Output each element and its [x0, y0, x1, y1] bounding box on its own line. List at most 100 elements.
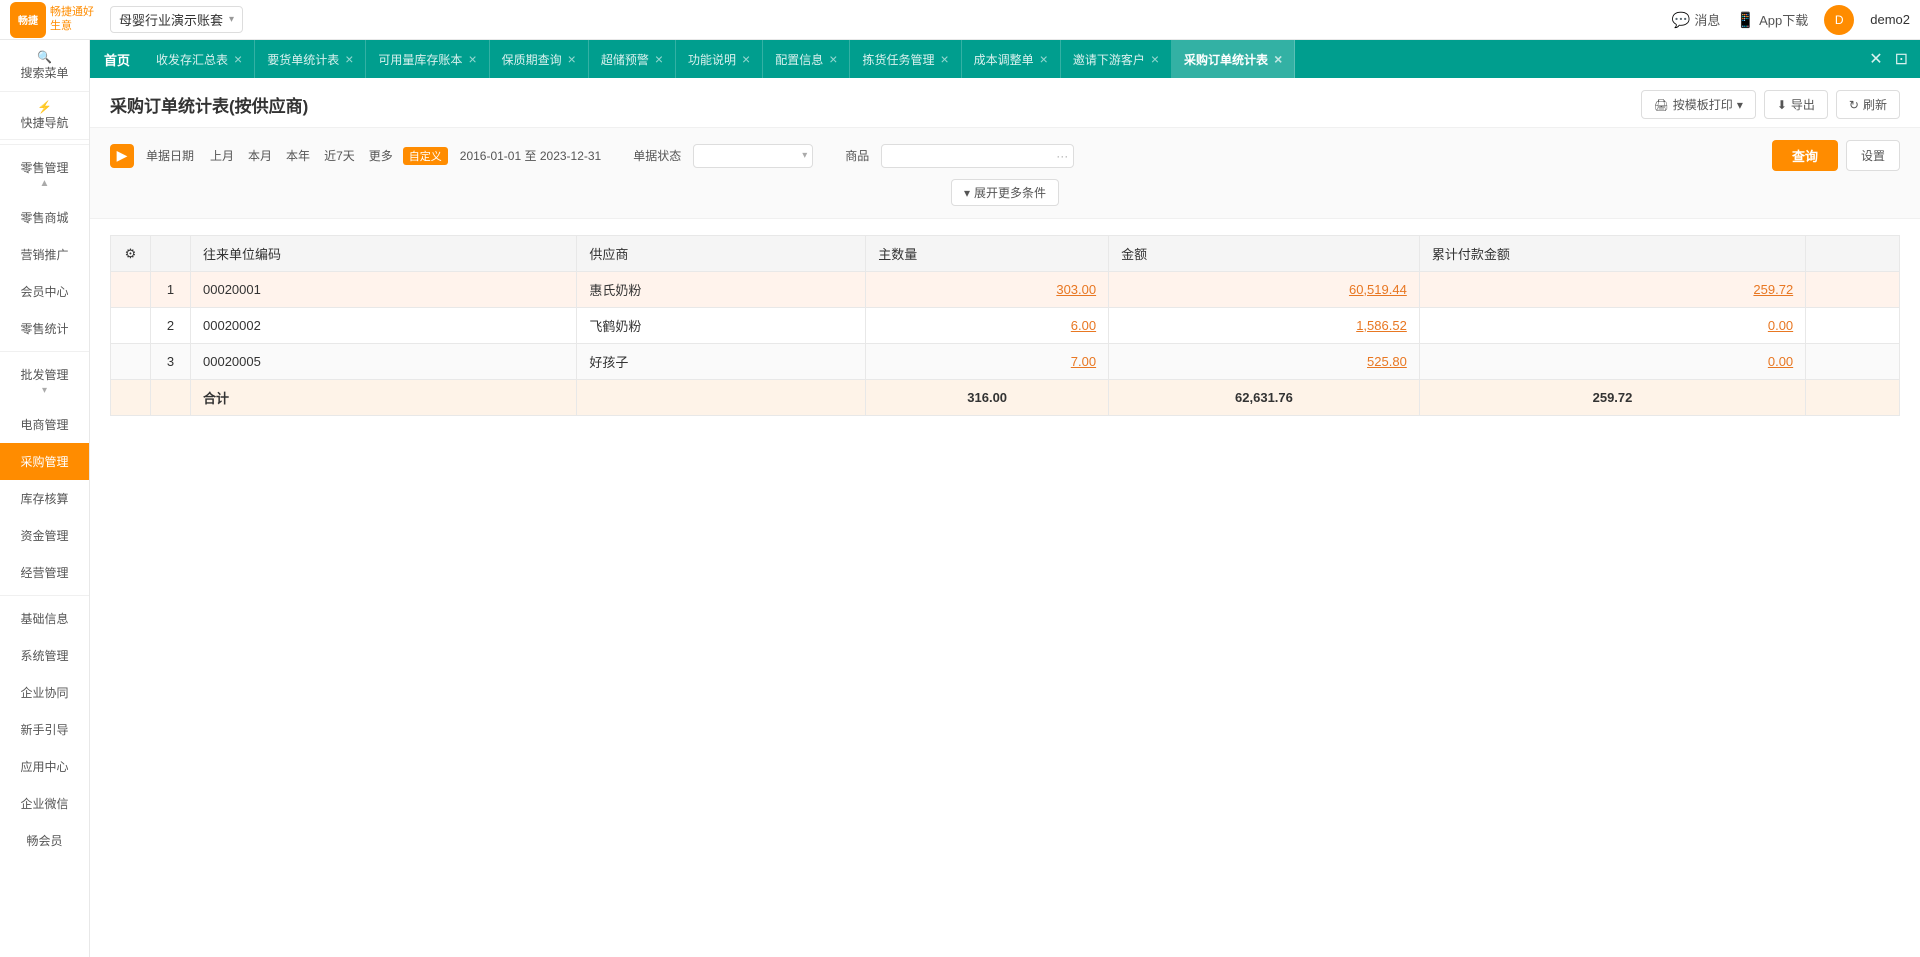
- tab-close-icon[interactable]: ×: [1151, 51, 1159, 67]
- sidebar-search[interactable]: 🔍 搜索菜单: [0, 40, 89, 92]
- refresh-label: 刷新: [1863, 96, 1887, 113]
- goods-label: 商品: [845, 147, 869, 164]
- row-3-qty[interactable]: 7.00: [866, 344, 1109, 380]
- table-row: 3 00020005 好孩子 7.00 525.80 0.00: [111, 344, 1900, 380]
- tab-baozhi[interactable]: 保质期查询 ×: [490, 40, 589, 78]
- tab-active-close-icon[interactable]: ×: [1274, 51, 1282, 67]
- message-btn[interactable]: 💬 消息: [1672, 10, 1721, 29]
- expand-more-btn[interactable]: ▾ 展开更多条件: [951, 179, 1059, 206]
- retail-manage-arrow-icon: ▲: [40, 178, 50, 189]
- tab-close-icon[interactable]: ×: [345, 51, 353, 67]
- sidebar-item-retail-store[interactable]: 零售商城: [0, 199, 89, 236]
- tab-close-icon[interactable]: ×: [742, 51, 750, 67]
- logo-area: 畅捷 畅捷通好 生意: [10, 2, 100, 38]
- goods-more-icon[interactable]: ···: [1056, 149, 1068, 163]
- custom-date-tag[interactable]: 自定义: [403, 147, 448, 165]
- refresh-btn[interactable]: ↻ 刷新: [1836, 90, 1900, 119]
- tab-chengben[interactable]: 成本调整单 ×: [962, 40, 1061, 78]
- sidebar-item-appstore[interactable]: 应用中心: [0, 748, 89, 785]
- sidebar-item-wholesale[interactable]: 批发管理 ▾: [0, 356, 89, 406]
- tab-gongneng[interactable]: 功能说明 ×: [676, 40, 763, 78]
- tab-chaochuyujing[interactable]: 超储预警 ×: [589, 40, 676, 78]
- tab-close-icon[interactable]: ×: [940, 51, 948, 67]
- sidebar-item-ops[interactable]: 经营管理: [0, 554, 89, 591]
- sidebar-item-inventory[interactable]: 库存核算: [0, 480, 89, 517]
- row-1-supplier: 惠氏奶粉: [577, 272, 866, 308]
- wholesale-label: 批发管理: [20, 366, 68, 383]
- tab-close-icon[interactable]: ×: [655, 51, 663, 67]
- more-date-btn[interactable]: 更多: [365, 145, 397, 166]
- row-1-seq: 1: [151, 272, 191, 308]
- export-label: 导出: [1791, 96, 1815, 113]
- row-3-paid[interactable]: 0.00: [1419, 344, 1805, 380]
- sidebar-item-enterprise[interactable]: 企业协同: [0, 674, 89, 711]
- sidebar-item-purchase[interactable]: 采购管理: [0, 443, 89, 480]
- member-label: 会员中心: [20, 283, 68, 300]
- sidebar-item-ecommerce[interactable]: 电商管理: [0, 406, 89, 443]
- sidebar-item-system[interactable]: 系统管理: [0, 637, 89, 674]
- tab-purchase-stat[interactable]: 采购订单统计表 ×: [1172, 40, 1295, 78]
- settings-btn[interactable]: 设置: [1846, 140, 1900, 171]
- row-1-qty[interactable]: 303.00: [866, 272, 1109, 308]
- tab-close-all-btn[interactable]: ✕: [1865, 45, 1886, 73]
- tab-yaoqing[interactable]: 邀请下游客户 ×: [1061, 40, 1172, 78]
- sidebar-shortcut[interactable]: ⚡ 快捷导航: [0, 92, 89, 140]
- print-icon: 🖨: [1654, 98, 1669, 112]
- print-arrow-icon: ▾: [1737, 98, 1743, 112]
- filter-row-1: ▶ 单据日期 上月 本月 本年 近7天 更多 自定义 2016-01-01 至 …: [110, 140, 1900, 171]
- tab-close-icon[interactable]: ×: [568, 51, 576, 67]
- tab-peizhi[interactable]: 配置信息 ×: [763, 40, 850, 78]
- sidebar-item-member[interactable]: 会员中心: [0, 273, 89, 310]
- tab-close-icon[interactable]: ×: [829, 51, 837, 67]
- last-month-btn[interactable]: 上月: [206, 145, 238, 166]
- last7-btn[interactable]: 近7天: [320, 145, 359, 166]
- row-1-paid[interactable]: 259.72: [1419, 272, 1805, 308]
- sidebar-item-finance[interactable]: 资金管理: [0, 517, 89, 554]
- row-1-unit-code: 00020001: [191, 272, 577, 308]
- sidebar-divider-3: [0, 595, 89, 596]
- tab-close-icon[interactable]: ×: [1040, 51, 1048, 67]
- row-2-amount[interactable]: 1,586.52: [1109, 308, 1420, 344]
- system-label: 系统管理: [20, 647, 68, 664]
- row-2-paid[interactable]: 0.00: [1419, 308, 1805, 344]
- row-1-amount[interactable]: 60,519.44: [1109, 272, 1420, 308]
- col-settings[interactable]: ⚙: [111, 236, 151, 272]
- sidebar-shortcut-label: 快捷导航: [0, 114, 89, 131]
- tab-shofasun[interactable]: 收发存汇总表 ×: [144, 40, 255, 78]
- appdownload-btn[interactable]: 📱 App下载: [1736, 10, 1808, 29]
- row-2-extra: [1806, 308, 1900, 344]
- retail-manage-label: 零售管理: [20, 159, 68, 176]
- sidebar-item-vip[interactable]: 畅会员: [0, 822, 89, 859]
- tab-maximize-btn[interactable]: ⊡: [1891, 45, 1912, 73]
- print-btn[interactable]: 🖨 按模板打印 ▾: [1641, 90, 1756, 119]
- export-btn[interactable]: ⬇ 导出: [1764, 90, 1828, 119]
- row-3-amount[interactable]: 525.80: [1109, 344, 1420, 380]
- status-select[interactable]: [693, 144, 813, 168]
- row-2-qty[interactable]: 6.00: [866, 308, 1109, 344]
- this-month-btn[interactable]: 本月: [244, 145, 276, 166]
- tab-close-icon[interactable]: ×: [468, 51, 476, 67]
- goods-input[interactable]: [881, 144, 1074, 168]
- user-avatar[interactable]: D: [1824, 5, 1854, 35]
- tab-yaohuo[interactable]: 要货单统计表 ×: [255, 40, 366, 78]
- tab-kuyongliang[interactable]: 可用量库存账本 ×: [366, 40, 489, 78]
- retail-store-label: 零售商城: [20, 209, 68, 226]
- sidebar-item-retail-stat[interactable]: 零售统计: [0, 310, 89, 347]
- filter-toggle-btn[interactable]: ▶: [110, 144, 134, 168]
- tab-home[interactable]: 首页: [90, 50, 144, 69]
- table-container: ⚙ 往来单位编码 供应商 主数量 金额 累计付款金额: [90, 219, 1920, 432]
- this-year-btn[interactable]: 本年: [282, 145, 314, 166]
- sidebar-item-basic[interactable]: 基础信息: [0, 600, 89, 637]
- sidebar-item-retail-manage[interactable]: 零售管理 ▲: [0, 149, 89, 199]
- search-btn[interactable]: 查询: [1772, 140, 1838, 171]
- filter-area: ▶ 单据日期 上月 本月 本年 近7天 更多 自定义 2016-01-01 至 …: [90, 128, 1920, 219]
- footer-settings: [111, 380, 151, 416]
- tab-close-icon[interactable]: ×: [234, 51, 242, 67]
- sidebar-item-wechat[interactable]: 企业微信: [0, 785, 89, 822]
- sidebar-search-label: 搜索菜单: [0, 64, 89, 81]
- sidebar-item-marketing[interactable]: 营销推广: [0, 236, 89, 273]
- workspace-selector[interactable]: 母婴行业演示账套 ▾: [110, 6, 243, 33]
- sidebar-item-newbie[interactable]: 新手引导: [0, 711, 89, 748]
- tab-jianhuo[interactable]: 拣货任务管理 ×: [850, 40, 961, 78]
- message-icon: 💬: [1672, 11, 1691, 29]
